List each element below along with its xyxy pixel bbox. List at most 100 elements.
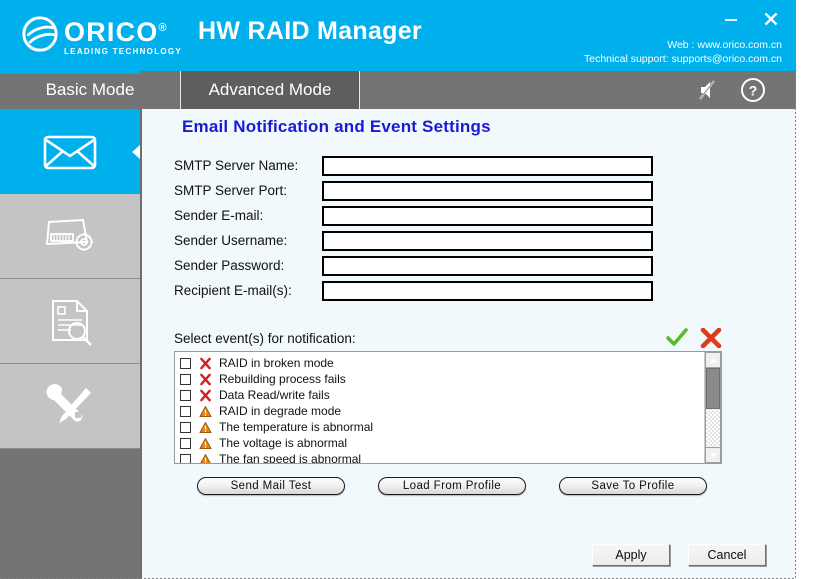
error-cross-icon [200,357,211,369]
mode-tabbar: Basic Mode Advanced Mode ? [0,71,796,109]
sidebar-item-tools[interactable] [0,364,140,449]
active-indicator-arrow [132,144,140,159]
orico-logo-mark [22,16,58,52]
log-inspect-icon [52,300,92,346]
event-item-voltage-abnormal[interactable]: The voltage is abnormal [180,435,704,451]
envelope-icon [43,135,97,169]
event-section-header: Select event(s) for notification: [174,328,722,348]
tab-basic-mode[interactable]: Basic Mode [0,71,180,109]
event-item-raid-broken[interactable]: RAID in broken mode [180,355,704,371]
warning-triangle-icon [199,421,212,433]
event-item-rebuild-fails[interactable]: Rebuilding process fails [180,371,704,387]
window-controls [716,6,786,32]
warning-triangle-icon [199,405,212,417]
tabbar-icons: ? [698,71,796,109]
label-sender-password: Sender Password: [174,258,285,273]
cancel-button[interactable]: Cancel [688,544,766,566]
form-row-smtp-server-port: SMTP Server Port: [174,178,653,203]
event-list-box: RAID in broken mode Rebuilding process f… [174,351,722,464]
event-section-actions [666,328,722,348]
event-label: The fan speed is abnormal [219,452,362,463]
main-panel: Email Notification and Event Settings SM… [140,109,796,579]
sidebar-item-log-viewer[interactable] [0,279,140,364]
footer-button-group: Apply Cancel [592,544,766,566]
tab-advanced-mode[interactable]: Advanced Mode [180,71,360,109]
event-label: Data Read/write fails [219,388,330,402]
sender-email-input[interactable] [322,205,653,226]
window-right-edge [795,0,796,579]
sender-password-input[interactable] [322,255,653,276]
event-item-data-rw-fails[interactable]: Data Read/write fails [180,387,704,403]
logo-registered-mark: ® [158,22,168,34]
active-tab-accent-line [0,71,140,74]
event-item-temperature-abnormal[interactable]: The temperature is abnormal [180,419,704,435]
label-sender-email: Sender E-mail: [174,208,264,223]
event-list: RAID in broken mode Rebuilding process f… [175,352,704,463]
sidebar-item-raid-settings[interactable] [0,194,140,279]
recipient-emails-input[interactable] [322,280,653,301]
send-mail-test-button[interactable]: Send Mail Test [197,477,345,495]
website-line: Web : www.orico.com.cn [667,39,782,51]
warning-triangle-icon [200,453,211,463]
app-window: ORICO® LEADING TECHNOLOGY HW RAID Manage… [0,0,832,579]
event-checkbox[interactable] [180,357,191,369]
support-line: Technical support: supports@orico.com.cn [584,53,782,65]
label-smtp-server-port: SMTP Server Port: [174,183,288,198]
event-item-fan-speed-abnormal[interactable]: The fan speed is abnormal [180,451,704,463]
smtp-server-name-input[interactable] [322,155,653,176]
window-header: ORICO® LEADING TECHNOLOGY HW RAID Manage… [0,0,796,71]
event-checkbox[interactable] [180,437,191,449]
form-row-sender-email: Sender E-mail: [174,203,653,228]
warning-triangle-icon [199,437,212,449]
event-item-raid-degrade[interactable]: RAID in degrade mode [180,403,704,419]
event-label: Rebuilding process fails [219,372,346,386]
profile-button-group: Send Mail Test Load From Profile Save To… [197,477,707,495]
page-title: HW RAID Manager [198,17,422,45]
contact-info: Web : www.orico.com.cn Technical support… [584,38,782,66]
save-to-profile-button[interactable]: Save To Profile [559,477,707,495]
scroll-down-icon[interactable] [705,447,721,463]
help-circle-icon[interactable]: ? [740,77,766,103]
label-smtp-server-name: SMTP Server Name: [174,158,299,173]
minimize-icon[interactable] [716,6,746,32]
close-icon[interactable] [756,6,786,32]
svg-text:?: ? [749,83,758,99]
event-checkbox[interactable] [180,373,191,385]
apply-button[interactable]: Apply [592,544,670,566]
form-row-smtp-server-name: SMTP Server Name: [174,153,653,178]
sidebar-item-email[interactable] [0,109,140,194]
panel-title: Email Notification and Event Settings [182,117,491,136]
event-list-scrollbar[interactable] [704,352,721,463]
form-row-recipient-emails: Recipient E-mail(s): [174,278,653,303]
scroll-up-icon[interactable] [705,352,721,368]
error-cross-icon [200,389,211,401]
logo-wordmark: ORICO® [64,14,182,46]
form-row-sender-username: Sender Username: [174,228,653,253]
event-label: RAID in degrade mode [219,404,342,418]
event-checkbox[interactable] [180,405,191,417]
red-cross-icon[interactable] [700,328,722,348]
form-row-sender-password: Sender Password: [174,253,653,278]
raid-settings-icon [45,218,93,251]
event-checkbox[interactable] [180,453,191,463]
smtp-server-port-input[interactable] [322,180,653,201]
sender-username-input[interactable] [322,230,653,251]
logo-tagline: LEADING TECHNOLOGY [64,47,183,56]
event-section-label: Select event(s) for notification: [174,330,356,346]
logo-word-text: ORICO [64,17,159,47]
event-label: RAID in broken mode [219,356,334,370]
event-label: The temperature is abnormal [219,420,374,434]
orico-logo: ORICO® LEADING TECHNOLOGY [22,14,182,57]
label-recipient-emails: Recipient E-mail(s): [174,283,292,298]
load-from-profile-button[interactable]: Load From Profile [378,477,526,495]
mute-speaker-icon[interactable] [698,78,724,102]
smtp-form: SMTP Server Name: SMTP Server Port: Send… [174,153,653,303]
event-label: The voltage is abnormal [219,436,348,450]
tabbar-spacer [360,71,698,109]
event-checkbox[interactable] [180,421,191,433]
scrollbar-thumb[interactable] [706,368,720,410]
error-cross-icon [200,373,211,385]
scrollbar-track[interactable] [705,368,721,447]
event-checkbox[interactable] [180,389,191,401]
green-check-icon[interactable] [666,328,688,348]
